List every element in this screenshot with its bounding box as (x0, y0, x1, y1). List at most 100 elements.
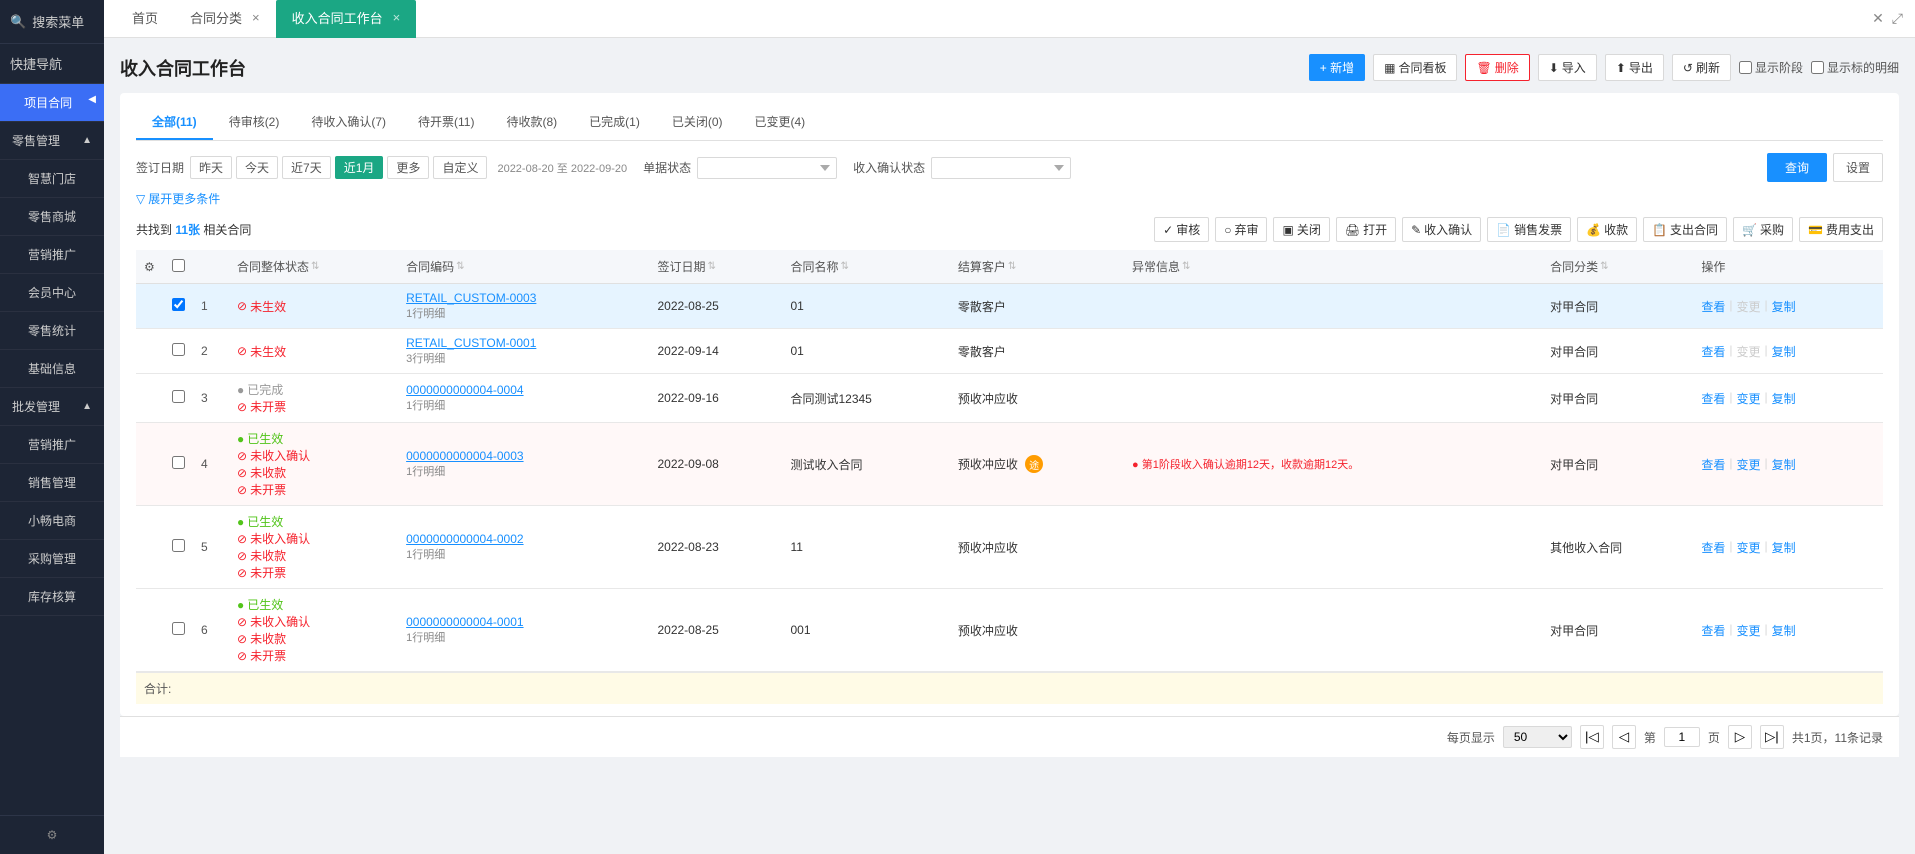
sidebar-item-marketing2[interactable]: 营销推广 (0, 426, 104, 464)
row5-change-btn[interactable]: 变更 (1737, 539, 1761, 556)
refresh-button[interactable]: ↺ 刷新 (1672, 54, 1731, 81)
row3-change-btn[interactable]: 变更 (1737, 390, 1761, 407)
row5-copy-btn[interactable]: 复制 (1772, 539, 1796, 556)
row5-view-btn[interactable]: 查看 (1701, 539, 1725, 556)
new-button[interactable]: + 新增 (1309, 54, 1365, 81)
col-settings[interactable]: ⚙ (136, 250, 164, 284)
sidebar-item-retail-stat[interactable]: 零售统计 (0, 312, 104, 350)
show-stage-checkbox[interactable] (1739, 61, 1752, 74)
row2-copy-btn[interactable]: 复制 (1772, 343, 1796, 360)
row4-change-btn[interactable]: 变更 (1737, 456, 1761, 473)
query-button[interactable]: 查询 (1767, 153, 1827, 182)
sidebar-item-retail-mall[interactable]: 零售商城 (0, 198, 104, 236)
more-btn[interactable]: 更多 (387, 156, 429, 179)
custom-btn[interactable]: 自定义 (433, 156, 487, 179)
show-marked-label[interactable]: 显示标的明细 (1811, 59, 1899, 76)
expand-more-btn[interactable]: ▽ 展开更多条件 (136, 190, 1883, 207)
status-tab-all[interactable]: 全部(11) (136, 105, 213, 140)
sidebar-item-project[interactable]: 项目合同 ◀ (0, 84, 104, 122)
sidebar-item-ecommerce[interactable]: 小畅电商 (0, 502, 104, 540)
status-tab-pending-invoice[interactable]: 待开票(11) (402, 105, 490, 140)
sidebar-item-marketing[interactable]: 营销推广 (0, 236, 104, 274)
close-window-icon[interactable]: ✕ (1872, 10, 1884, 27)
last1month-btn[interactable]: 近1月 (335, 156, 384, 179)
today-btn[interactable]: 今天 (236, 156, 278, 179)
sidebar-item-wholesale[interactable]: 批发管理 ▲ (0, 388, 104, 426)
row1-change-btn[interactable]: 变更 (1737, 298, 1761, 315)
page-size-select[interactable]: 50 100 200 (1503, 726, 1572, 748)
kanban-button[interactable]: ▦ 合同看板 (1373, 54, 1457, 81)
date-options: 昨天 今天 近7天 近1月 更多 自定义 (190, 156, 487, 179)
status-tab-pending-review[interactable]: 待审核(2) (213, 105, 296, 140)
last-page-btn[interactable]: ▷| (1760, 725, 1784, 749)
purchase-btn[interactable]: 🛒 采购 (1733, 217, 1793, 242)
expense-contract-btn[interactable]: 📋 支出合同 (1643, 217, 1727, 242)
sidebar-item-smart-store[interactable]: 智慧门店 (0, 160, 104, 198)
filter-settings-button[interactable]: 设置 (1833, 153, 1883, 182)
delete-button[interactable]: 🗑 删除 (1465, 54, 1529, 81)
prev-page-btn[interactable]: ◁ (1612, 725, 1636, 749)
tab-close-contract-cat[interactable]: × (252, 10, 260, 25)
close-btn[interactable]: ▣ 关闭 (1273, 217, 1329, 242)
row4-code-link[interactable]: 0000000000004-0003 (406, 449, 523, 463)
sidebar-item-sales[interactable]: 销售管理 (0, 464, 104, 502)
tab-home[interactable]: 首页 (116, 0, 174, 38)
export-button[interactable]: ⬆ 导出 (1605, 54, 1664, 81)
income-confirm-select[interactable] (931, 157, 1071, 179)
row5-code-link[interactable]: 0000000000004-0002 (406, 532, 523, 546)
payment-btn[interactable]: 💰 收款 (1577, 217, 1637, 242)
review-btn[interactable]: ✓ 审核 (1154, 217, 1209, 242)
row6-view-btn[interactable]: 查看 (1701, 622, 1725, 639)
status-tab-completed[interactable]: 已完成(1) (573, 105, 656, 140)
tab-close-income-workbench[interactable]: × (393, 10, 401, 25)
tab-income-workbench[interactable]: 收入合同工作台 × (276, 0, 417, 38)
first-page-btn[interactable]: |◁ (1580, 725, 1604, 749)
contracts-table: ⚙ 合同整体状态 ⇅ 合同编码 (136, 250, 1883, 672)
row2-view-btn[interactable]: 查看 (1701, 343, 1725, 360)
row6-change-btn[interactable]: 变更 (1737, 622, 1761, 639)
row6-copy-btn[interactable]: 复制 (1772, 622, 1796, 639)
next-page-btn[interactable]: ▷ (1728, 725, 1752, 749)
sidebar-item-member[interactable]: 会员中心 (0, 274, 104, 312)
sidebar-search[interactable]: 🔍 搜索菜单 (0, 0, 104, 44)
row2-change-btn[interactable]: 变更 (1737, 343, 1761, 360)
row1-view-btn[interactable]: 查看 (1701, 298, 1725, 315)
print-btn[interactable]: 🖨 打开 (1336, 217, 1396, 242)
sidebar-item-retail-mgmt[interactable]: 零售管理 ▲ (0, 122, 104, 160)
sales-invoice-btn[interactable]: 📄 销售发票 (1487, 217, 1571, 242)
status-tab-changed[interactable]: 已变更(4) (739, 105, 822, 140)
expense-out-btn[interactable]: 💳 费用支出 (1799, 217, 1883, 242)
expense-contract-icon: 📋 (1652, 223, 1667, 237)
row3-view-btn[interactable]: 查看 (1701, 390, 1725, 407)
sidebar-settings[interactable]: ⚙ (0, 815, 104, 854)
row3-code-link[interactable]: 0000000000004-0004 (406, 383, 523, 397)
select-all-checkbox[interactable] (172, 259, 185, 272)
status-tab-pending-confirm[interactable]: 待收入确认(7) (295, 105, 402, 140)
row2-code-link[interactable]: RETAIL_CUSTOM-0001 (406, 336, 536, 350)
show-stage-label[interactable]: 显示阶段 (1739, 59, 1803, 76)
row4-view-btn[interactable]: 查看 (1701, 456, 1725, 473)
row1-checkbox[interactable] (164, 284, 193, 329)
row4-copy-btn[interactable]: 复制 (1772, 456, 1796, 473)
row1-code-link[interactable]: RETAIL_CUSTOM-0003 (406, 291, 536, 305)
import-button[interactable]: ⬇ 导入 (1538, 54, 1597, 81)
tab-contract-cat[interactable]: 合同分类 × (174, 0, 276, 38)
abandon-btn[interactable]: ○ 弃审 (1215, 217, 1267, 242)
maximize-icon[interactable]: ⤢ (1892, 10, 1903, 27)
status-tab-pending-payment[interactable]: 待收款(8) (490, 105, 573, 140)
last7-btn[interactable]: 近7天 (282, 156, 331, 179)
sidebar-item-inventory[interactable]: 库存核算 (0, 578, 104, 616)
sidebar-item-purchase[interactable]: 采购管理 (0, 540, 104, 578)
sidebar-item-basic-info[interactable]: 基础信息 (0, 350, 104, 388)
row6-code-link[interactable]: 0000000000004-0001 (406, 615, 523, 629)
table-footer: 合计: (136, 672, 1883, 704)
row3-copy-btn[interactable]: 复制 (1772, 390, 1796, 407)
income-confirm-btn[interactable]: ✎ 收入确认 (1402, 217, 1481, 242)
yesterday-btn[interactable]: 昨天 (190, 156, 232, 179)
page-number-input[interactable] (1664, 727, 1700, 747)
sidebar-quick-nav[interactable]: 快捷导航 (0, 44, 104, 84)
row1-copy-btn[interactable]: 复制 (1772, 298, 1796, 315)
status-tab-closed[interactable]: 已关闭(0) (656, 105, 739, 140)
doc-status-select[interactable] (697, 157, 837, 179)
show-marked-checkbox[interactable] (1811, 61, 1824, 74)
